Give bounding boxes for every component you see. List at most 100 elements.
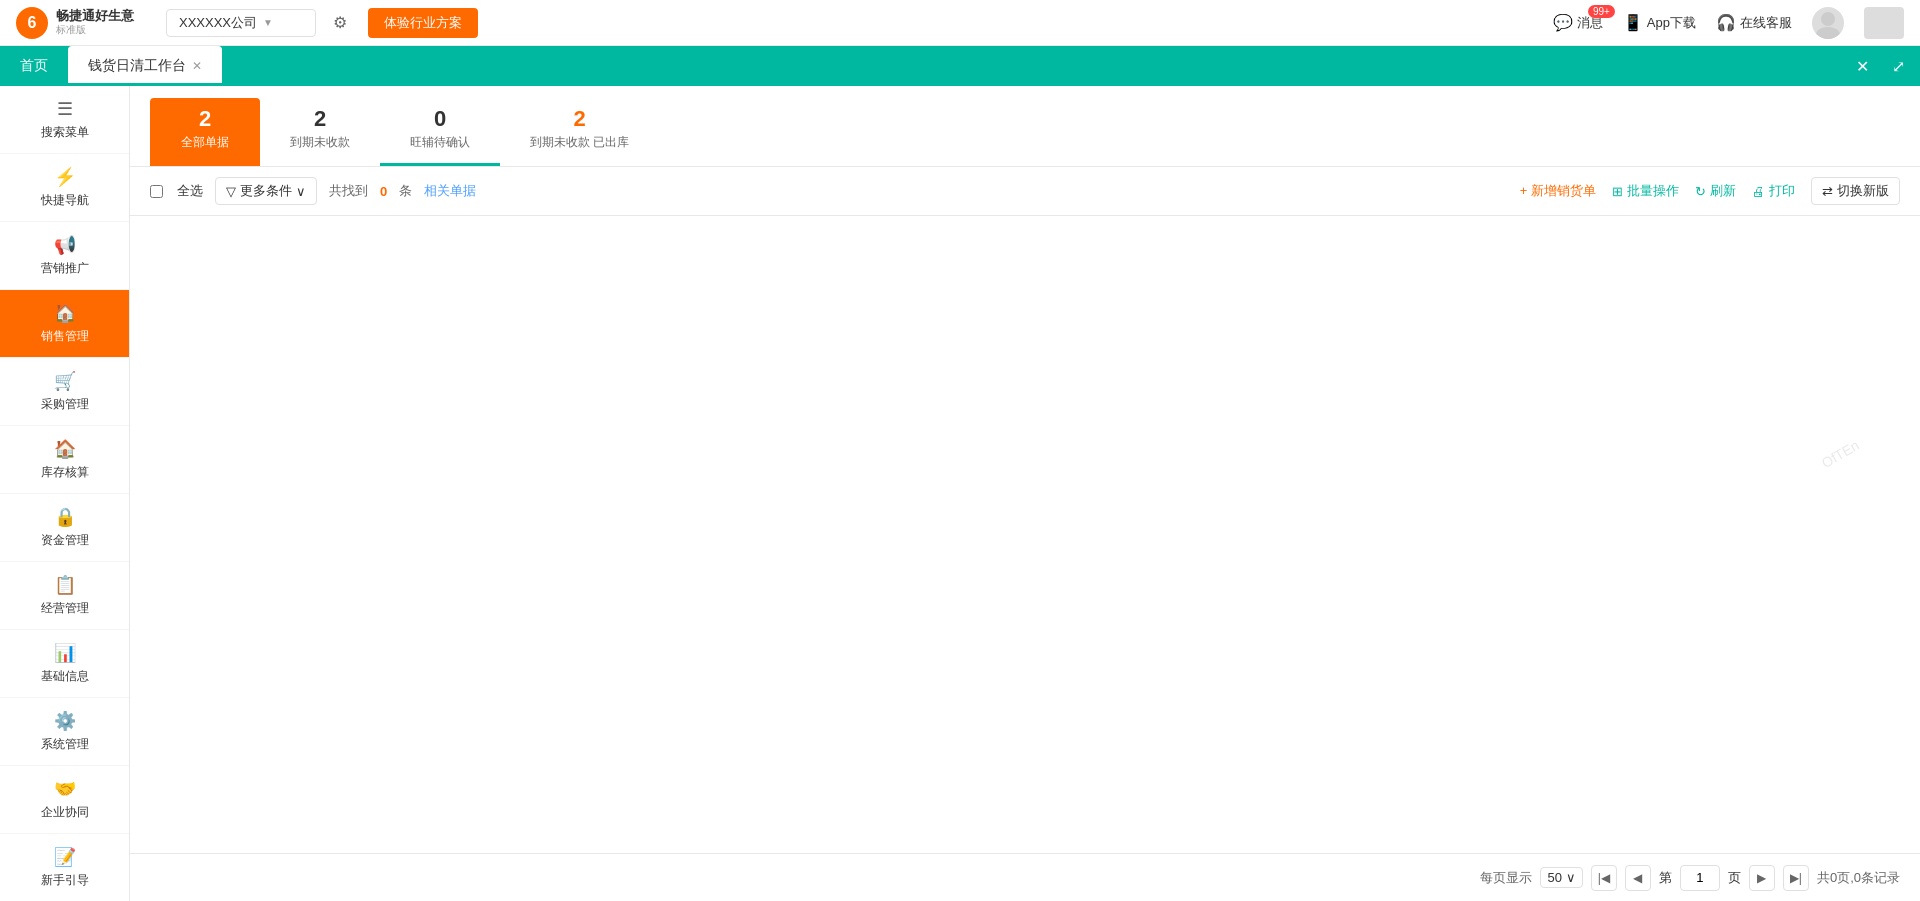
- sidebar-label-operations: 经营管理: [41, 600, 89, 617]
- sidebar-item-search-menu[interactable]: ☰ 搜索菜单: [0, 86, 129, 154]
- page-size-chevron-icon: ∨: [1566, 870, 1576, 885]
- page-label: 第: [1659, 869, 1672, 887]
- page-size-select[interactable]: 50 ∨: [1540, 867, 1582, 888]
- sidebar-item-purchase-mgmt[interactable]: 🛒 采购管理: [0, 358, 129, 426]
- logo-title: 畅捷通好生意: [56, 8, 134, 24]
- main-layout: ☰ 搜索菜单 ⚡ 快捷导航 📢 营销推广 🏠 销售管理 🛒 采购管理 🏠 库存核…: [0, 86, 1920, 901]
- tab-home[interactable]: 首页: [0, 46, 68, 86]
- sidebar-label-enterprise-coop: 企业协同: [41, 804, 89, 821]
- sidebar-item-basic-info[interactable]: 📊 基础信息: [0, 630, 129, 698]
- message-button[interactable]: 💬 消息 99+: [1553, 13, 1603, 32]
- stat-number-all: 2: [199, 106, 211, 132]
- stat-label-wangfu: 旺辅待确认: [410, 134, 470, 151]
- logo-area: 6 畅捷通好生意 标准版: [16, 7, 146, 39]
- add-sales-order-button[interactable]: + 新增销货单: [1520, 182, 1596, 200]
- sidebar-item-beginner-guide[interactable]: 📝 新手引导: [0, 834, 129, 901]
- expand-window-button[interactable]: ⤢: [1884, 52, 1912, 80]
- last-page-button[interactable]: ▶|: [1783, 865, 1809, 891]
- operations-icon: 📋: [54, 574, 76, 596]
- switch-icon: ⇄: [1822, 184, 1833, 199]
- filter-chevron-icon: ∨: [296, 184, 306, 199]
- sidebar-label-quick-nav: 快捷导航: [41, 192, 89, 209]
- sidebar-label-marketing: 营销推广: [41, 260, 89, 277]
- found-text-prefix: 共找到: [329, 182, 368, 200]
- experience-button[interactable]: 体验行业方案: [368, 8, 478, 38]
- stats-tabs: 2 全部单据 2 到期未收款 0 旺辅待确认 2 到期未收款 已出库: [130, 86, 1920, 167]
- page-size-value: 50: [1547, 870, 1561, 885]
- prev-page-button[interactable]: ◀: [1625, 865, 1651, 891]
- stat-tab-wangfu[interactable]: 0 旺辅待确认: [380, 98, 500, 166]
- print-button[interactable]: 🖨 打印: [1752, 182, 1795, 200]
- sidebar-item-quick-nav[interactable]: ⚡ 快捷导航: [0, 154, 129, 222]
- nav-tabs: 首页 钱货日清工作台 ✕ ✕ ⤢: [0, 46, 1920, 86]
- sidebar-item-sales-mgmt[interactable]: 🏠 销售管理: [0, 290, 129, 358]
- print-icon: 🖨: [1752, 184, 1765, 199]
- purchase-mgmt-icon: 🛒: [54, 370, 76, 392]
- stat-label-all: 全部单据: [181, 134, 229, 151]
- sidebar-label-finance: 资金管理: [41, 532, 89, 549]
- tab-qianhuorichingworkbench[interactable]: 钱货日清工作台 ✕: [68, 46, 222, 86]
- sidebar-item-enterprise-coop[interactable]: 🤝 企业协同: [0, 766, 129, 834]
- related-link[interactable]: 相关单据: [424, 182, 476, 200]
- refresh-icon: ↻: [1695, 184, 1706, 199]
- watermark: OfTEn: [1818, 437, 1861, 471]
- logo-sub: 标准版: [56, 23, 134, 37]
- filter-button[interactable]: ▽ 更多条件 ∨: [215, 177, 317, 205]
- system-mgmt-icon: ⚙️: [54, 710, 76, 732]
- select-all-checkbox[interactable]: [150, 185, 163, 198]
- stat-tab-all[interactable]: 2 全部单据: [150, 98, 260, 166]
- batch-icon: ⊞: [1612, 184, 1623, 199]
- beginner-guide-icon: 📝: [54, 846, 76, 868]
- toolbar: 全选 ▽ 更多条件 ∨ 共找到 0 条 相关单据 + 新增销货单 ⊞ 批量操作 …: [130, 167, 1920, 216]
- stat-number-overdue-shipped: 2: [574, 106, 586, 132]
- sidebar-label-basic-info: 基础信息: [41, 668, 89, 685]
- sidebar-label-search-menu: 搜索菜单: [41, 124, 89, 141]
- stat-tab-overdue[interactable]: 2 到期未收款: [260, 98, 380, 166]
- stat-tab-overdue-shipped[interactable]: 2 到期未收款 已出库: [500, 98, 659, 166]
- top-bar: 6 畅捷通好生意 标准版 XXXXXX公司 ▼ ⚙ 体验行业方案 💬 消息 99…: [0, 0, 1920, 46]
- sidebar-label-inventory: 库存核算: [41, 464, 89, 481]
- sidebar-label-system-mgmt: 系统管理: [41, 736, 89, 753]
- filter-icon: ▽: [226, 184, 236, 199]
- refresh-button[interactable]: ↻ 刷新: [1695, 182, 1736, 200]
- marketing-icon: 📢: [54, 234, 76, 256]
- svg-point-1: [1816, 27, 1840, 39]
- user-name-area[interactable]: [1864, 7, 1904, 39]
- stat-label-overdue: 到期未收款: [290, 134, 350, 151]
- close-tab-icon[interactable]: ✕: [192, 59, 202, 73]
- close-window-button[interactable]: ✕: [1848, 52, 1876, 80]
- search-menu-icon: ☰: [57, 98, 73, 120]
- top-right-area: 💬 消息 99+ 📱 App下载 🎧 在线客服: [1553, 7, 1904, 39]
- sidebar-item-operations[interactable]: 📋 经营管理: [0, 562, 129, 630]
- switch-version-button[interactable]: ⇄ 切换新版: [1811, 177, 1900, 205]
- per-page-label: 每页显示: [1480, 869, 1532, 887]
- batch-operation-button[interactable]: ⊞ 批量操作: [1612, 182, 1679, 200]
- toolbar-right: + 新增销货单 ⊞ 批量操作 ↻ 刷新 🖨 打印 ⇄ 切换新版: [1520, 177, 1900, 205]
- app-download-button[interactable]: 📱 App下载: [1623, 13, 1696, 32]
- stat-number-wangfu: 0: [434, 106, 446, 132]
- next-page-button[interactable]: ▶: [1749, 865, 1775, 891]
- avatar[interactable]: [1812, 7, 1844, 39]
- sidebar-item-marketing[interactable]: 📢 营销推广: [0, 222, 129, 290]
- sales-mgmt-icon: 🏠: [54, 302, 76, 324]
- company-name: XXXXXX公司: [179, 14, 257, 32]
- sidebar-item-inventory[interactable]: 🏠 库存核算: [0, 426, 129, 494]
- page-number-input[interactable]: [1680, 865, 1720, 891]
- nav-right-actions: ✕ ⤢: [1848, 52, 1920, 80]
- first-page-button[interactable]: |◀: [1591, 865, 1617, 891]
- quick-nav-icon: ⚡: [54, 166, 76, 188]
- sidebar-item-system-mgmt[interactable]: ⚙️ 系统管理: [0, 698, 129, 766]
- logo-icon: 6: [16, 7, 48, 39]
- table-area: OfTEn: [130, 216, 1920, 853]
- stat-label-overdue-shipped: 到期未收款 已出库: [530, 134, 629, 151]
- enterprise-coop-icon: 🤝: [54, 778, 76, 800]
- online-service-button[interactable]: 🎧 在线客服: [1716, 13, 1792, 32]
- sidebar-item-finance[interactable]: 🔒 资金管理: [0, 494, 129, 562]
- online-service-label: 在线客服: [1740, 14, 1792, 32]
- company-selector[interactable]: XXXXXX公司 ▼: [166, 9, 316, 37]
- chevron-down-icon: ▼: [263, 17, 273, 28]
- sidebar-label-beginner-guide: 新手引导: [41, 872, 89, 889]
- svg-point-0: [1821, 12, 1835, 26]
- settings-button[interactable]: ⚙: [324, 7, 356, 39]
- stat-number-overdue: 2: [314, 106, 326, 132]
